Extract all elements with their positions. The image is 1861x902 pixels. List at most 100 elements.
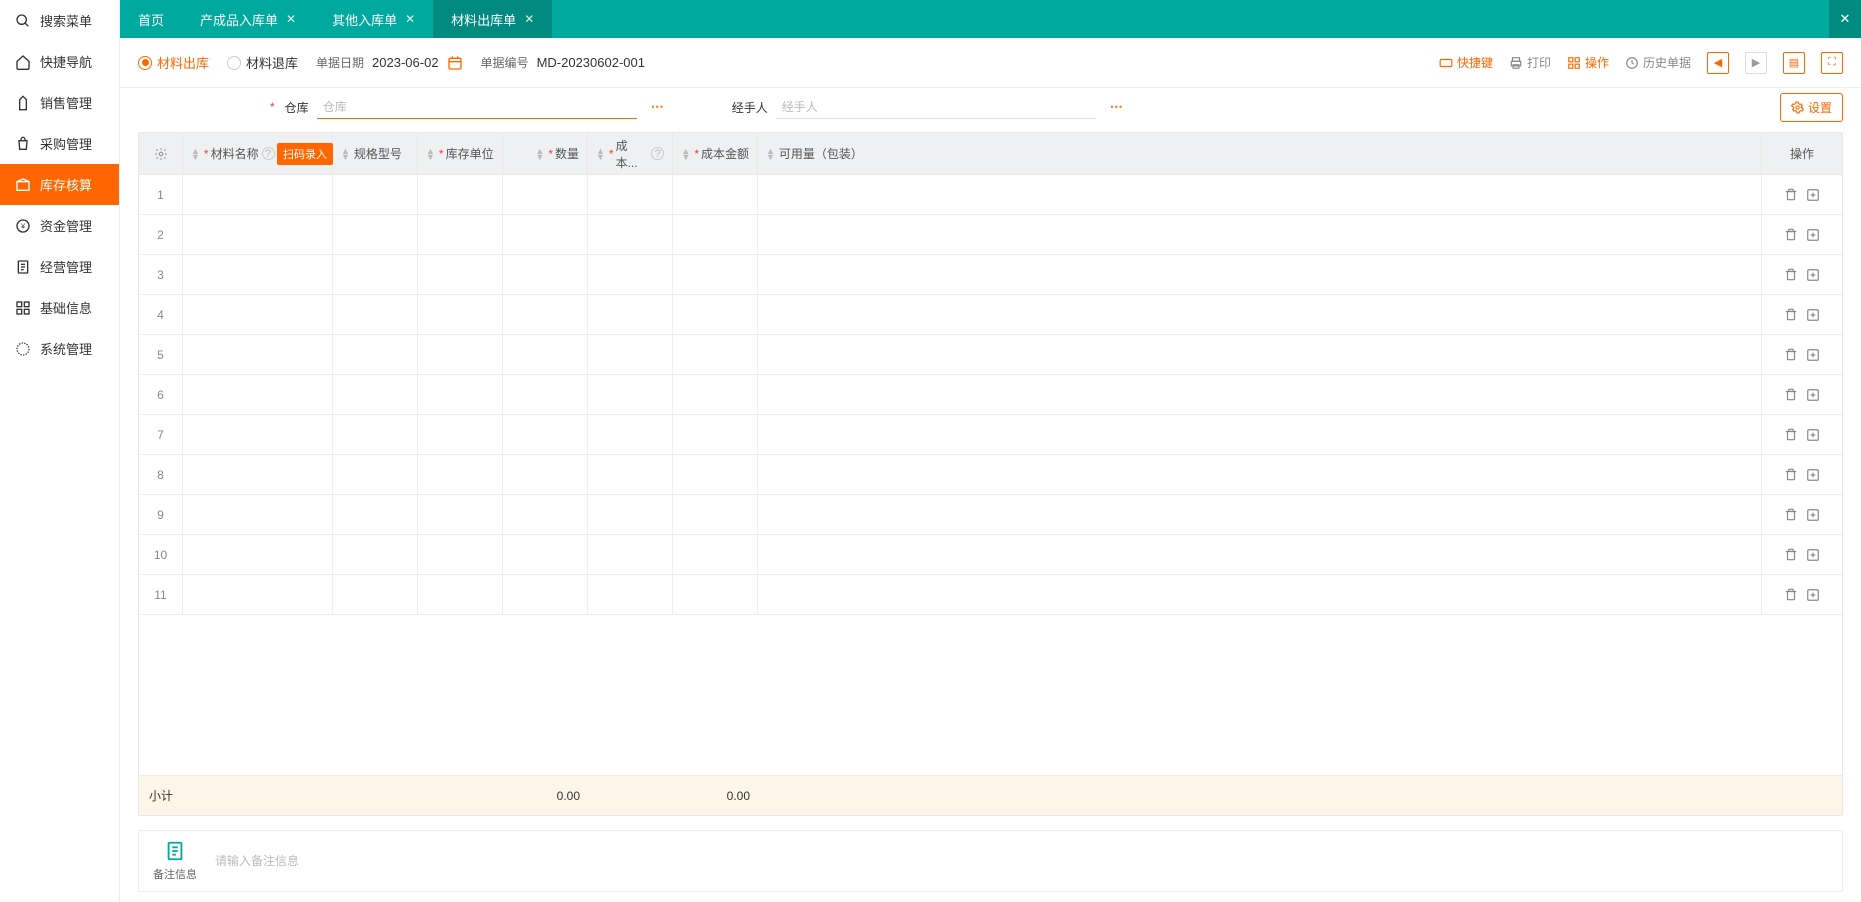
cell-amount[interactable] [673, 575, 758, 614]
table-row[interactable]: 8 [139, 455, 1842, 495]
add-row-icon[interactable] [1806, 468, 1820, 482]
sidebar-item-purchase[interactable]: 采购管理 [0, 123, 119, 164]
table-row[interactable]: 10 [139, 535, 1842, 575]
cell-qty[interactable] [503, 535, 588, 574]
table-row[interactable]: 6 [139, 375, 1842, 415]
cell-cost[interactable] [588, 415, 673, 454]
nav-list-button[interactable]: ▤ [1783, 52, 1805, 74]
table-row[interactable]: 9 [139, 495, 1842, 535]
cell-avail[interactable] [758, 535, 1762, 574]
table-row[interactable]: 4 [139, 295, 1842, 335]
cell-name[interactable] [183, 535, 333, 574]
table-row[interactable]: 11 [139, 575, 1842, 615]
cell-unit[interactable] [418, 415, 503, 454]
sidebar-item-finance[interactable]: ¥ 资金管理 [0, 205, 119, 246]
delete-row-icon[interactable] [1784, 268, 1798, 282]
cell-amount[interactable] [673, 375, 758, 414]
add-row-icon[interactable] [1806, 188, 1820, 202]
th-spec[interactable]: ▲▼规格型号 [333, 133, 418, 174]
add-row-icon[interactable] [1806, 508, 1820, 522]
cell-spec[interactable] [333, 295, 418, 334]
add-row-icon[interactable] [1806, 428, 1820, 442]
cell-cost[interactable] [588, 575, 673, 614]
cell-unit[interactable] [418, 455, 503, 494]
add-row-icon[interactable] [1806, 588, 1820, 602]
delete-row-icon[interactable] [1784, 548, 1798, 562]
cell-name[interactable] [183, 495, 333, 534]
nav-prev-button[interactable]: ◀ [1707, 52, 1729, 74]
cell-cost[interactable] [588, 375, 673, 414]
cell-spec[interactable] [333, 575, 418, 614]
delete-row-icon[interactable] [1784, 588, 1798, 602]
remarks-input[interactable] [215, 854, 1828, 868]
radio-material-out[interactable]: 材料出库 [138, 53, 209, 72]
cell-qty[interactable] [503, 335, 588, 374]
cell-amount[interactable] [673, 215, 758, 254]
cell-amount[interactable] [673, 495, 758, 534]
cell-spec[interactable] [333, 335, 418, 374]
help-icon[interactable]: ? [651, 147, 664, 160]
table-row[interactable]: 5 [139, 335, 1842, 375]
cell-unit[interactable] [418, 575, 503, 614]
tab-other-in[interactable]: 其他入库单✕ [314, 0, 433, 38]
cell-avail[interactable] [758, 335, 1762, 374]
cell-avail[interactable] [758, 295, 1762, 334]
cell-amount[interactable] [673, 535, 758, 574]
cell-spec[interactable] [333, 215, 418, 254]
table-row[interactable]: 7 [139, 415, 1842, 455]
delete-row-icon[interactable] [1784, 468, 1798, 482]
delete-row-icon[interactable] [1784, 348, 1798, 362]
cell-spec[interactable] [333, 255, 418, 294]
scan-entry-button[interactable]: 扫码录入 [277, 143, 333, 165]
cell-avail[interactable] [758, 495, 1762, 534]
handler-input[interactable] [776, 96, 1096, 119]
sidebar-item-system[interactable]: 系统管理 [0, 328, 119, 369]
close-icon[interactable]: ✕ [286, 12, 296, 26]
cell-name[interactable] [183, 375, 333, 414]
close-icon[interactable]: ✕ [405, 12, 415, 26]
th-unit[interactable]: ▲▼*库存单位 [418, 133, 503, 174]
cell-cost[interactable] [588, 535, 673, 574]
sort-icon[interactable]: ▲▼ [341, 148, 350, 160]
add-row-icon[interactable] [1806, 228, 1820, 242]
cell-amount[interactable] [673, 255, 758, 294]
cell-unit[interactable] [418, 175, 503, 214]
nav-next-button[interactable]: ▶ [1745, 52, 1767, 74]
cell-cost[interactable] [588, 495, 673, 534]
th-cost[interactable]: ▲▼*成本...? [588, 133, 673, 174]
warehouse-input[interactable] [317, 96, 637, 119]
tab-finished-goods-in[interactable]: 产成品入库单✕ [182, 0, 314, 38]
more-dots-icon[interactable]: ⋯ [645, 99, 672, 115]
cell-qty[interactable] [503, 575, 588, 614]
sidebar-item-search[interactable]: 搜索菜单 [0, 0, 119, 41]
nav-expand-button[interactable]: ⛶ [1821, 52, 1843, 74]
cell-spec[interactable] [333, 535, 418, 574]
operate-link[interactable]: 操作 [1567, 54, 1609, 71]
settings-button[interactable]: 设置 [1780, 93, 1843, 122]
table-row[interactable]: 3 [139, 255, 1842, 295]
calendar-icon[interactable] [447, 55, 463, 71]
cell-name[interactable] [183, 255, 333, 294]
cell-name[interactable] [183, 295, 333, 334]
cell-qty[interactable] [503, 455, 588, 494]
cell-amount[interactable] [673, 175, 758, 214]
cell-avail[interactable] [758, 175, 1762, 214]
sidebar-item-quicknav[interactable]: 快捷导航 [0, 41, 119, 82]
cell-cost[interactable] [588, 255, 673, 294]
add-row-icon[interactable] [1806, 388, 1820, 402]
cell-qty[interactable] [503, 495, 588, 534]
cell-unit[interactable] [418, 215, 503, 254]
cell-unit[interactable] [418, 495, 503, 534]
cell-name[interactable] [183, 335, 333, 374]
cell-qty[interactable] [503, 375, 588, 414]
help-icon[interactable]: ? [262, 147, 275, 160]
cell-qty[interactable] [503, 415, 588, 454]
cell-cost[interactable] [588, 175, 673, 214]
cell-amount[interactable] [673, 335, 758, 374]
print-link[interactable]: 打印 [1509, 54, 1551, 71]
cell-cost[interactable] [588, 455, 673, 494]
cell-name[interactable] [183, 455, 333, 494]
cell-avail[interactable] [758, 455, 1762, 494]
sidebar-item-sales[interactable]: 销售管理 [0, 82, 119, 123]
add-row-icon[interactable] [1806, 348, 1820, 362]
